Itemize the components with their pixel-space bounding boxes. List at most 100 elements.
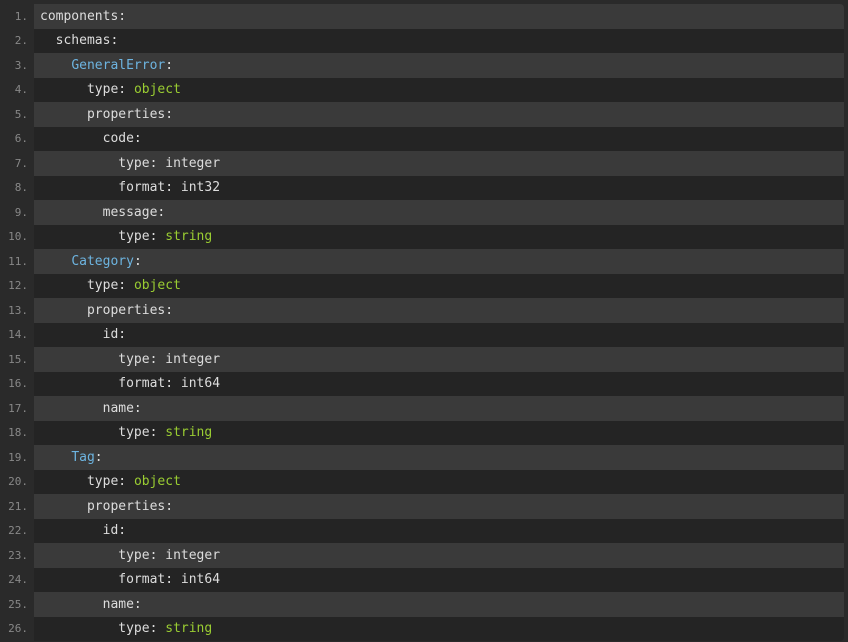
- schema-name-token: GeneralError: [71, 58, 165, 73]
- code-token: name:: [103, 597, 142, 612]
- line-number: 11.: [4, 249, 34, 274]
- indent: [40, 327, 103, 342]
- code-line: 23. type: integer: [4, 543, 844, 568]
- code-content: Tag:: [34, 445, 844, 470]
- code-token: :: [165, 58, 173, 73]
- code-token: properties:: [87, 303, 173, 318]
- code-token: name:: [103, 401, 142, 416]
- code-content: GeneralError:: [34, 53, 844, 78]
- indent: [40, 548, 118, 563]
- line-number: 7.: [4, 151, 34, 176]
- code-content: id:: [34, 519, 844, 544]
- indent: [40, 180, 118, 195]
- code-content: properties:: [34, 102, 844, 127]
- code-line: 19. Tag:: [4, 445, 844, 470]
- code-line: 12. type: object: [4, 274, 844, 299]
- code-token: id:: [103, 523, 126, 538]
- line-number: 15.: [4, 347, 34, 372]
- code-content: type: string: [34, 421, 844, 446]
- indent: [40, 131, 103, 146]
- code-token: type:: [118, 229, 165, 244]
- code-token: id:: [103, 327, 126, 342]
- code-content: properties:: [34, 494, 844, 519]
- line-number: 10.: [4, 225, 34, 250]
- indent: [40, 572, 118, 587]
- code-content: type: string: [34, 225, 844, 250]
- line-number: 26.: [4, 617, 34, 642]
- line-number: 5.: [4, 102, 34, 127]
- indent: [40, 523, 103, 538]
- code-content: message:: [34, 200, 844, 225]
- code-line: 7. type: integer: [4, 151, 844, 176]
- code-content: format: int64: [34, 372, 844, 397]
- indent: [40, 450, 71, 465]
- code-line: 5. properties:: [4, 102, 844, 127]
- line-number: 22.: [4, 519, 34, 544]
- code-token: type:: [118, 621, 165, 636]
- code-line: 6. code:: [4, 127, 844, 152]
- line-number: 17.: [4, 396, 34, 421]
- line-number: 2.: [4, 29, 34, 54]
- line-number: 25.: [4, 592, 34, 617]
- code-line: 10. type: string: [4, 225, 844, 250]
- indent: [40, 33, 56, 48]
- code-token: format: int32: [118, 180, 220, 195]
- code-token: type:: [87, 474, 134, 489]
- line-number: 24.: [4, 568, 34, 593]
- indent: [40, 107, 87, 122]
- code-token: schemas:: [56, 33, 119, 48]
- code-content: format: int64: [34, 568, 844, 593]
- type-value-token: object: [134, 278, 181, 293]
- indent: [40, 205, 103, 220]
- line-number: 21.: [4, 494, 34, 519]
- indent: [40, 303, 87, 318]
- code-editor: 1. components: 2. schemas: 3. GeneralError:…: [4, 4, 844, 641]
- indent: [40, 229, 118, 244]
- code-content: type: object: [34, 470, 844, 495]
- line-number: 20.: [4, 470, 34, 495]
- code-content: type: integer: [34, 543, 844, 568]
- line-number: 8.: [4, 176, 34, 201]
- code-token: code:: [103, 131, 142, 146]
- code-content: type: object: [34, 78, 844, 103]
- indent: [40, 254, 71, 269]
- code-content: Category:: [34, 249, 844, 274]
- indent: [40, 499, 87, 514]
- code-token: properties:: [87, 107, 173, 122]
- code-content: name:: [34, 592, 844, 617]
- line-number: 18.: [4, 421, 34, 446]
- code-token: :: [134, 254, 142, 269]
- schema-name-token: Category: [71, 254, 134, 269]
- code-content: type: string: [34, 617, 844, 642]
- type-value-token: string: [165, 621, 212, 636]
- indent: [40, 376, 118, 391]
- code-content: type: integer: [34, 347, 844, 372]
- code-line: 1. components:: [4, 4, 844, 29]
- indent: [40, 425, 118, 440]
- code-line: 3. GeneralError:: [4, 53, 844, 78]
- code-token: message:: [103, 205, 166, 220]
- code-line: 16. format: int64: [4, 372, 844, 397]
- indent: [40, 58, 71, 73]
- code-token: properties:: [87, 499, 173, 514]
- code-line: 25. name:: [4, 592, 844, 617]
- indent: [40, 474, 87, 489]
- line-number: 16.: [4, 372, 34, 397]
- line-number: 14.: [4, 323, 34, 348]
- type-value-token: string: [165, 425, 212, 440]
- line-number: 4.: [4, 78, 34, 103]
- indent: [40, 278, 87, 293]
- code-line: 14. id:: [4, 323, 844, 348]
- line-number: 1.: [4, 4, 34, 29]
- code-content: id:: [34, 323, 844, 348]
- code-token: type: integer: [118, 156, 220, 171]
- code-token: type: integer: [118, 548, 220, 563]
- code-token: type:: [87, 82, 134, 97]
- code-token: components:: [40, 9, 126, 24]
- code-token: format: int64: [118, 572, 220, 587]
- code-line: 22. id:: [4, 519, 844, 544]
- indent: [40, 621, 118, 636]
- code-line: 4. type: object: [4, 78, 844, 103]
- line-number: 9.: [4, 200, 34, 225]
- code-line: 15. type: integer: [4, 347, 844, 372]
